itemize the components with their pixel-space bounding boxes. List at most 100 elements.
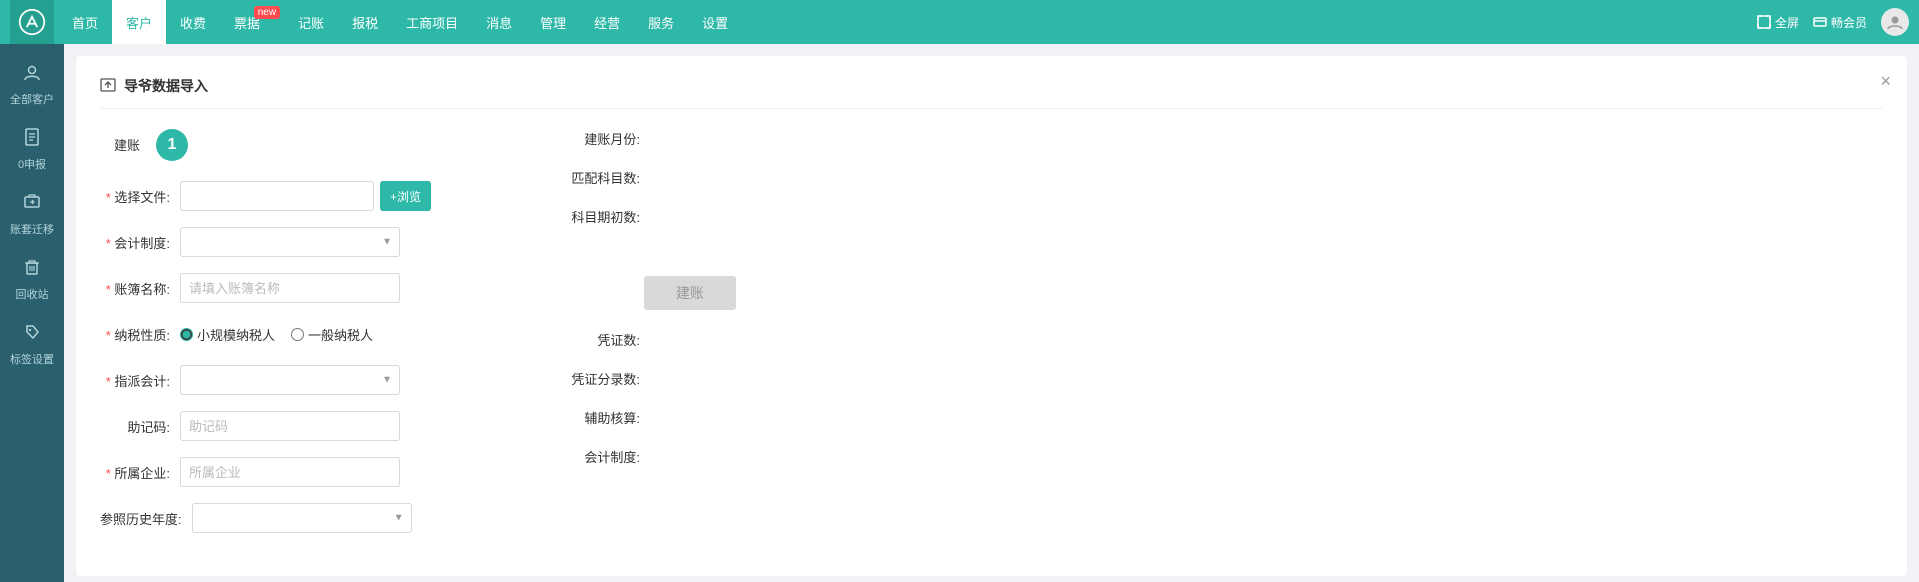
recycle-icon	[22, 257, 42, 282]
nav-manage[interactable]: 管理	[526, 0, 580, 44]
radio-small-scale-input[interactable]	[180, 328, 193, 341]
browse-button[interactable]: +浏览	[380, 181, 431, 211]
aux-code-row: 助记码:	[100, 411, 520, 441]
sidebar-zero-declare-label: 0申报	[18, 156, 46, 172]
zero-declare-icon	[22, 127, 42, 152]
new-badge: new	[254, 6, 280, 19]
nav-settings[interactable]: 设置	[688, 0, 742, 44]
affiliated-company-input[interactable]	[180, 457, 400, 487]
nav-customer[interactable]: 客户	[112, 0, 166, 44]
aux-accounting-row: 辅助核算:	[560, 408, 820, 427]
radio-general-label: 一般纳税人	[308, 325, 373, 344]
ledger-name-row: 账簿名称:	[100, 273, 520, 303]
sidebar-tag-label: 标签设置	[10, 351, 54, 367]
close-button[interactable]: ×	[1880, 72, 1891, 90]
form-rows: 选择文件: +浏览 会计制度:	[100, 181, 520, 533]
sidebar-item-recycle[interactable]: 回收站	[0, 247, 64, 312]
match-subjects-label: 匹配科目数:	[560, 168, 650, 187]
sidebar-all-customers-label: 全部客户	[10, 91, 54, 107]
radio-general-input[interactable]	[291, 328, 304, 341]
step-container: 建账 1	[100, 129, 520, 161]
sidebar-item-all-customers[interactable]: 全部客户	[0, 52, 64, 117]
file-text-input[interactable]	[180, 181, 374, 211]
tax-type-label: 纳税性质:	[100, 325, 180, 344]
right-accounting-system-label: 会计制度:	[560, 447, 650, 466]
nav-billing[interactable]: 收费	[166, 0, 220, 44]
accounting-system-row: 会计制度: ▼	[100, 227, 520, 257]
sidebar: 全部客户 0申报 账套迁移	[0, 44, 64, 582]
build-btn-container: 建账	[560, 266, 820, 310]
nav-items: 首页 客户 收费 票据 new 记账 报税 工商项目 消息 管理 经营 服务 设…	[58, 0, 742, 44]
match-subjects-row: 匹配科目数:	[560, 168, 820, 187]
aux-code-label: 助记码:	[100, 417, 180, 436]
setup-month-row: 建账月份:	[560, 129, 820, 148]
tax-type-row: 纳税性质: 小规模纳税人 一般纳税人	[100, 319, 520, 349]
assign-accountant-label: 指派会计:	[100, 371, 180, 390]
nav-home[interactable]: 首页	[58, 0, 112, 44]
nav-business[interactable]: 工商项目	[392, 0, 472, 44]
build-account-button[interactable]: 建账	[644, 276, 736, 310]
voucher-entries-label: 凭证分录数:	[560, 369, 650, 388]
tax-type-radio-group: 小规模纳税人 一般纳税人	[180, 319, 373, 349]
nav-right: 全屏 畅会员	[1757, 8, 1909, 36]
voucher-count-row: 凭证数:	[560, 330, 820, 349]
file-input-group: +浏览	[180, 181, 400, 211]
migrate-icon	[22, 192, 42, 217]
reference-year-label: 参照历史年度:	[100, 509, 192, 528]
nav-operation[interactable]: 经营	[580, 0, 634, 44]
step-label: 建账	[100, 129, 140, 154]
radio-small-scale[interactable]: 小规模纳税人	[180, 325, 275, 344]
sidebar-recycle-label: 回收站	[16, 286, 49, 302]
form-area: 建账 1 选择文件: +浏览	[100, 129, 1883, 549]
nav-invoice[interactable]: 票据 new	[220, 0, 284, 44]
ledger-name-input[interactable]	[180, 273, 400, 303]
affiliated-company-label: 所属企业:	[100, 463, 180, 482]
nav-message[interactable]: 消息	[472, 0, 526, 44]
setup-month-label: 建账月份:	[560, 129, 650, 148]
accounting-system-select-wrap: ▼	[180, 227, 400, 257]
fullscreen-label: 全屏	[1775, 14, 1799, 31]
import-icon	[100, 77, 116, 96]
all-customers-icon	[22, 62, 42, 87]
aux-accounting-label: 辅助核算:	[560, 408, 650, 427]
radio-general[interactable]: 一般纳税人	[291, 325, 373, 344]
affiliated-company-row: 所属企业:	[100, 457, 520, 487]
initial-subjects-row: 科目期初数:	[560, 207, 820, 226]
assign-accountant-select-wrap: ▼	[180, 365, 400, 395]
right-accounting-system-row: 会计制度:	[560, 447, 820, 466]
sidebar-item-zero-declare[interactable]: 0申报	[0, 117, 64, 182]
reference-year-row: 参照历史年度: ▼	[100, 503, 520, 533]
layout: 全部客户 0申报 账套迁移	[0, 44, 1919, 582]
nav-service[interactable]: 服务	[634, 0, 688, 44]
sidebar-migrate-label: 账套迁移	[10, 221, 54, 237]
ledger-name-label: 账簿名称:	[100, 279, 180, 298]
form-right: 建账月份: 匹配科目数: 科目期初数: 建账	[520, 129, 820, 549]
avatar[interactable]	[1881, 8, 1909, 36]
import-card: 导爷数据导入 × 建账 1 选择文件:	[76, 56, 1907, 576]
assign-accountant-select[interactable]	[180, 365, 400, 395]
tag-icon	[22, 322, 42, 347]
card-title: 导爷数据导入	[124, 76, 208, 96]
accounting-system-select[interactable]	[180, 227, 400, 257]
accounting-system-label: 会计制度:	[100, 233, 180, 252]
file-label: 选择文件:	[100, 187, 180, 206]
sidebar-item-migrate[interactable]: 账套迁移	[0, 182, 64, 247]
nav-bookkeeping[interactable]: 记账	[284, 0, 338, 44]
reference-year-select-wrap: ▼	[192, 503, 412, 533]
top-nav: 首页 客户 收费 票据 new 记账 报税 工商项目 消息 管理 经营 服务 设…	[0, 0, 1919, 44]
sidebar-item-tag-settings[interactable]: 标签设置	[0, 312, 64, 377]
fullscreen-btn[interactable]: 全屏	[1757, 14, 1799, 31]
reference-year-select[interactable]	[192, 503, 412, 533]
member-btn[interactable]: 畅会员	[1813, 14, 1867, 31]
voucher-entries-row: 凭证分录数:	[560, 369, 820, 388]
nav-tax[interactable]: 报税	[338, 0, 392, 44]
main-content: 导爷数据导入 × 建账 1 选择文件:	[64, 44, 1919, 582]
form-left: 建账 1 选择文件: +浏览	[100, 129, 520, 549]
member-label: 畅会员	[1831, 14, 1867, 31]
radio-small-scale-label: 小规模纳税人	[197, 325, 275, 344]
card-header: 导爷数据导入	[100, 76, 1883, 109]
logo[interactable]	[10, 0, 54, 44]
aux-code-input[interactable]	[180, 411, 400, 441]
step-circle: 1	[156, 129, 188, 161]
file-row: 选择文件: +浏览	[100, 181, 520, 211]
